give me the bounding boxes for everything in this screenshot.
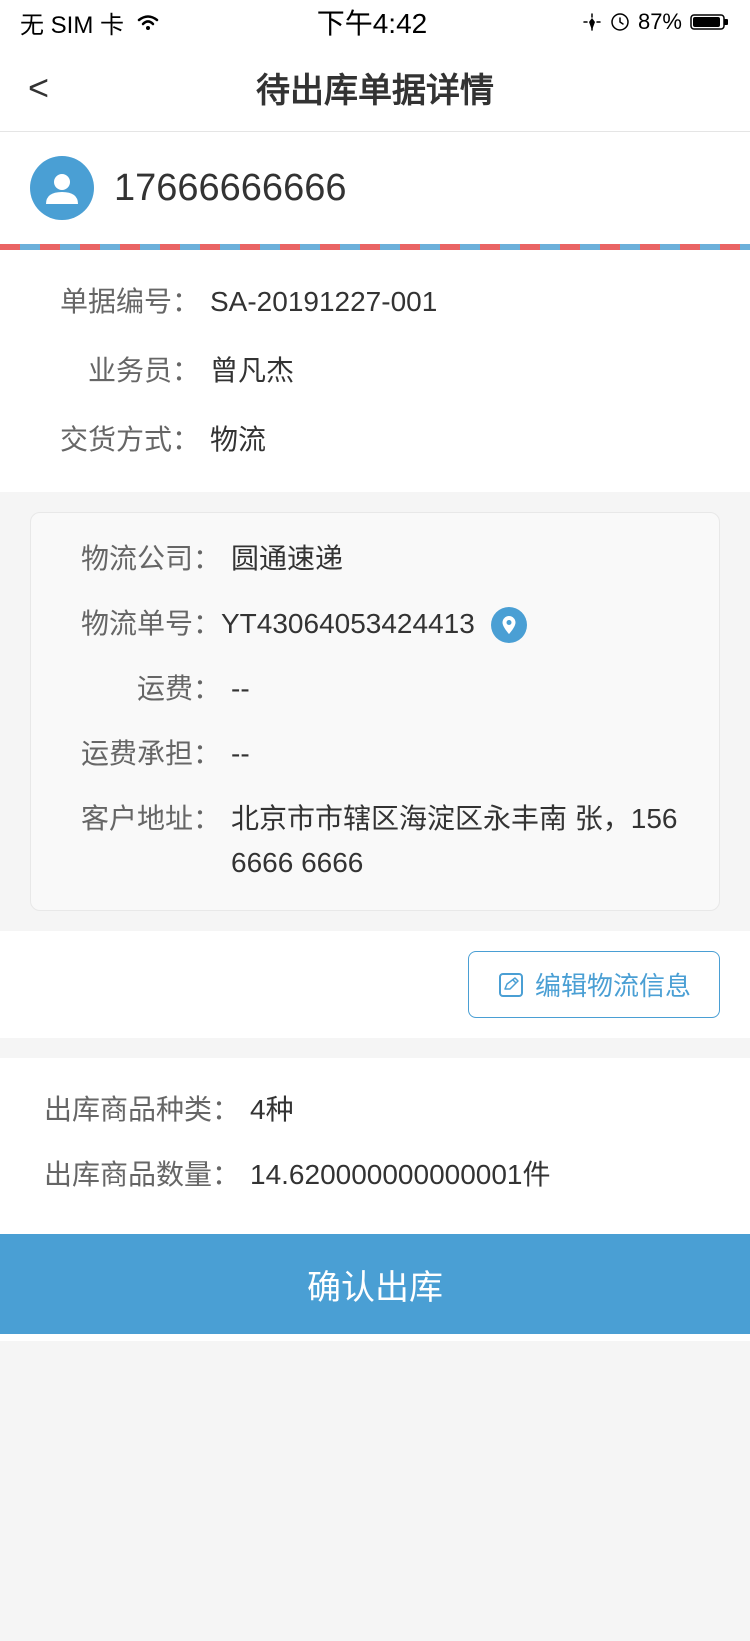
- logistics-company-label: 物流公司：: [61, 537, 221, 582]
- types-label: 出库商品种类：: [40, 1088, 240, 1133]
- status-time: 下午4:42: [317, 2, 428, 42]
- order-number-value: SA-20191227-001: [200, 280, 710, 325]
- logistics-card: 物流公司： 圆通速递 物流单号： YT43064053424413 运费： --…: [30, 512, 720, 911]
- nav-bar: < 待出库单据详情: [0, 44, 750, 132]
- order-number-row: 单据编号： SA-20191227-001: [40, 280, 710, 325]
- address-value: 北京市市辖区海淀区永丰南 张，156 6666 6666: [221, 797, 689, 887]
- wifi-icon: [134, 12, 162, 32]
- customer-section: 17666666666: [0, 132, 750, 244]
- edit-logistics-label: 编辑物流信息: [535, 966, 691, 1003]
- logistics-company-value: 圆通速递: [221, 537, 689, 582]
- status-bar: 无 SIM 卡 下午4:42 87%: [0, 0, 750, 44]
- freight-row: 运费： --: [61, 667, 689, 712]
- customer-phone: 17666666666: [114, 167, 346, 210]
- delivery-method-value: 物流: [200, 418, 710, 463]
- quantity-value: 14.620000000000001件: [240, 1153, 710, 1198]
- sales-person-label: 业务员：: [40, 349, 200, 394]
- tracking-number: YT43064053424413: [221, 602, 475, 647]
- tracking-location-button[interactable]: [491, 607, 527, 643]
- freight-bearer-label: 运费承担：: [61, 732, 221, 777]
- edit-icon: [497, 971, 525, 999]
- delivery-method-row: 交货方式： 物流: [40, 418, 710, 463]
- tracking-value-container: YT43064053424413: [221, 602, 527, 647]
- delivery-method-label: 交货方式：: [40, 418, 200, 463]
- address-label: 客户地址：: [61, 797, 221, 842]
- battery-percent: 87%: [638, 9, 682, 35]
- address-row: 客户地址： 北京市市辖区海淀区永丰南 张，156 6666 6666: [61, 797, 689, 887]
- sales-person-value: 曾凡杰: [200, 349, 710, 394]
- sales-person-row: 业务员： 曾凡杰: [40, 349, 710, 394]
- tracking-label: 物流单号：: [61, 602, 221, 647]
- order-number-label: 单据编号：: [40, 280, 200, 325]
- clock-icon: [610, 12, 630, 32]
- map-pin-icon: [498, 614, 520, 636]
- confirm-outbound-label: 确认出库: [307, 1260, 443, 1309]
- freight-label: 运费：: [61, 667, 221, 712]
- person-icon: [42, 168, 82, 208]
- section-gap-2: [0, 1341, 750, 1541]
- page-content: 17666666666 单据编号： SA-20191227-001 业务员： 曾…: [0, 132, 750, 1641]
- section-gap-1: [0, 1038, 750, 1058]
- types-row: 出库商品种类： 4种: [40, 1088, 710, 1133]
- edit-logistics-button[interactable]: 编辑物流信息: [468, 951, 720, 1018]
- freight-bearer-value: --: [221, 732, 689, 777]
- outbound-info-section: 出库商品种类： 4种 出库商品数量： 14.620000000000001件: [0, 1058, 750, 1228]
- freight-bearer-row: 运费承担： --: [61, 732, 689, 777]
- location-service-icon: [582, 12, 602, 32]
- quantity-row: 出库商品数量： 14.620000000000001件: [40, 1153, 710, 1198]
- types-value: 4种: [240, 1088, 710, 1133]
- page-title: 待出库单据详情: [256, 63, 494, 112]
- status-left: 无 SIM 卡: [20, 5, 162, 40]
- edit-btn-container: 编辑物流信息: [0, 931, 750, 1038]
- status-right: 87%: [582, 9, 730, 35]
- freight-value: --: [221, 667, 689, 712]
- battery-icon: [690, 12, 730, 32]
- logistics-company-row: 物流公司： 圆通速递: [61, 537, 689, 582]
- dashed-divider: [0, 244, 750, 250]
- avatar: [30, 156, 94, 220]
- tracking-number-row: 物流单号： YT43064053424413: [61, 602, 689, 647]
- carrier-label: 无 SIM 卡: [20, 5, 124, 40]
- back-button[interactable]: <: [28, 67, 49, 109]
- confirm-outbound-button[interactable]: 确认出库: [0, 1234, 750, 1334]
- basic-info-section: 单据编号： SA-20191227-001 业务员： 曾凡杰 交货方式： 物流: [0, 250, 750, 492]
- quantity-label: 出库商品数量：: [40, 1153, 240, 1198]
